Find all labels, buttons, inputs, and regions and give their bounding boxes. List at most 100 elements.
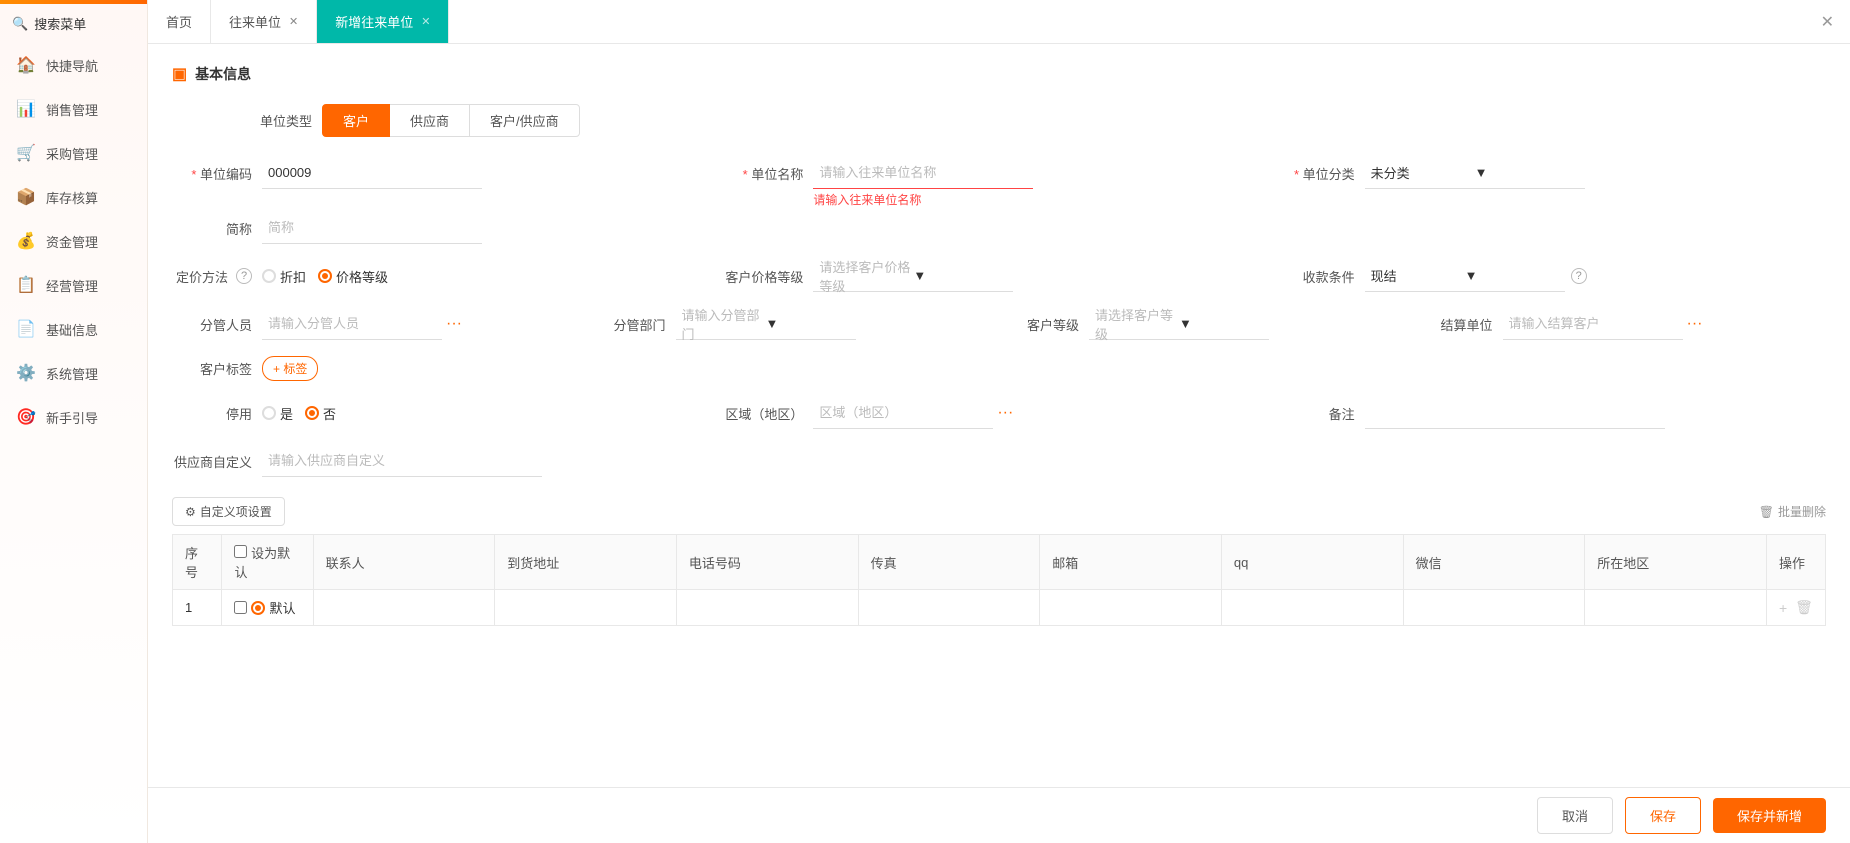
sidebar-item-system[interactable]: ⚙️ 系统管理	[0, 351, 147, 395]
radio-no-label: 否	[323, 404, 336, 423]
field-short-name: 简称	[172, 212, 1826, 244]
basic-info-icon: 📄	[16, 319, 36, 339]
default-radio[interactable]: 默认	[251, 598, 295, 617]
sidebar-label-operations: 经营管理	[46, 276, 98, 295]
sidebar-item-operations[interactable]: 📋 经营管理	[0, 263, 147, 307]
unit-category-value: 未分类	[1371, 163, 1475, 182]
sidebar-item-basic-info[interactable]: 📄 基础信息	[0, 307, 147, 351]
tab-bar-close-all[interactable]: ✕	[1821, 12, 1834, 32]
section-title: ▣ 基本信息	[172, 64, 1826, 84]
batch-delete-btn[interactable]: 🗑 批量删除	[1759, 503, 1826, 520]
tab-new-partner-close[interactable]: ✕	[421, 15, 430, 28]
unit-name-input[interactable]	[813, 157, 1033, 189]
radio-no[interactable]: 否	[305, 404, 336, 423]
save-new-button[interactable]: 保存并新增	[1713, 798, 1826, 833]
email-input[interactable]	[1052, 600, 1209, 615]
sidebar-item-inventory[interactable]: 📦 库存核算	[0, 175, 147, 219]
pricing-help-icon[interactable]: ?	[236, 268, 252, 284]
customer-price-level-arrow: ▼	[913, 268, 1007, 283]
customer-level-select[interactable]: 请选择客户等级 ▼	[1089, 308, 1269, 340]
region-input[interactable]	[813, 397, 993, 429]
custom-settings-label: 自定义项设置	[200, 503, 272, 520]
radio-yes[interactable]: 是	[262, 404, 293, 423]
table-header-row: 序号 设为默认 联系人 到货地址 电话号码 传真 邮箱 qq 微信 所在地区 操…	[173, 535, 1826, 590]
sidebar: 🔍 搜索菜单 🏠 快捷导航 📊 销售管理 🛒 采购管理 📦 库存核算 💰 资金管…	[0, 0, 148, 843]
remarks-label: 备注	[1275, 404, 1365, 423]
short-name-input[interactable]	[262, 212, 482, 244]
cancel-button[interactable]: 取消	[1537, 797, 1613, 834]
tab-home[interactable]: 首页	[148, 0, 211, 43]
footer-bar: 取消 保存 保存并新增	[148, 787, 1850, 843]
add-row-btn[interactable]: +	[1779, 600, 1787, 616]
qq-input[interactable]	[1234, 600, 1391, 615]
payment-terms-value: 现结	[1371, 266, 1465, 285]
btn-type-both[interactable]: 客户/供应商	[469, 104, 580, 137]
payment-terms-help-icon[interactable]: ?	[1571, 268, 1587, 284]
department-select[interactable]: 请输入分管部门 ▼	[676, 308, 856, 340]
btn-type-customer[interactable]: 客户	[322, 104, 390, 137]
form-area: ▣ 基本信息 单位类型 客户 供应商 客户/供应商 单位编码 单位名称 请输入往…	[148, 44, 1850, 787]
wechat-input[interactable]	[1416, 600, 1573, 615]
customer-level-arrow: ▼	[1179, 316, 1263, 331]
unit-type-label: 单位类型	[232, 111, 322, 130]
unit-category-arrow: ▼	[1475, 165, 1579, 180]
disabled-label: 停用	[172, 404, 262, 423]
settlement-unit-more-btn[interactable]: ···	[1683, 315, 1707, 333]
radio-yes-circle	[262, 406, 276, 420]
sidebar-item-sales[interactable]: 📊 销售管理	[0, 87, 147, 131]
contact-input[interactable]	[326, 600, 483, 615]
sidebar-item-quick-nav[interactable]: 🏠 快捷导航	[0, 43, 147, 87]
radio-price-level-circle	[318, 269, 332, 283]
cell-contact	[313, 590, 495, 626]
customer-tags-label: 客户标签	[172, 359, 262, 378]
customer-price-level-placeholder: 请选择客户价格等级	[819, 257, 913, 295]
sidebar-label-purchase: 采购管理	[46, 144, 98, 163]
field-payment-terms: 收款条件 现结 ▼ ?	[1275, 260, 1826, 292]
custom-settings-btn[interactable]: ⚙ 自定义项设置	[172, 497, 285, 526]
sidebar-item-finance[interactable]: 💰 资金管理	[0, 219, 147, 263]
supplier-custom-input[interactable]	[262, 445, 542, 477]
btn-type-supplier[interactable]: 供应商	[390, 104, 469, 137]
fax-input[interactable]	[871, 600, 1028, 615]
radio-no-circle	[305, 406, 319, 420]
manager-more-btn[interactable]: ···	[442, 315, 466, 333]
form-row-2: 简称	[172, 212, 1826, 244]
manager-input[interactable]	[262, 308, 442, 340]
tab-partners[interactable]: 往来单位 ✕	[211, 0, 317, 43]
payment-terms-select[interactable]: 现结 ▼	[1365, 260, 1565, 292]
unit-code-input[interactable]	[262, 157, 482, 189]
sidebar-item-guide[interactable]: 🎯 新手引导	[0, 395, 147, 439]
delete-row-btn[interactable]: 🗑	[1795, 599, 1813, 616]
tab-new-partner-label: 新增往来单位	[335, 12, 413, 31]
unit-category-select[interactable]: 未分类 ▼	[1365, 157, 1585, 189]
col-seq: 序号	[173, 535, 222, 590]
save-button[interactable]: 保存	[1625, 797, 1701, 834]
customer-price-level-select[interactable]: 请选择客户价格等级 ▼	[813, 260, 1013, 292]
manager-label: 分管人员	[172, 315, 262, 334]
region-more-btn[interactable]: ···	[993, 404, 1017, 422]
add-tag-btn[interactable]: + 标签	[262, 356, 318, 381]
settlement-unit-label: 结算单位	[1413, 315, 1503, 334]
radio-price-level[interactable]: 价格等级	[318, 267, 388, 286]
settlement-unit-input[interactable]	[1503, 308, 1683, 340]
remarks-input[interactable]	[1365, 397, 1665, 429]
select-all-checkbox[interactable]	[234, 545, 247, 558]
address-input[interactable]	[507, 600, 664, 615]
batch-delete-label: 批量删除	[1778, 503, 1826, 520]
customer-price-level-label: 客户价格等级	[723, 267, 813, 286]
row-checkbox[interactable]	[234, 601, 247, 614]
cell-wechat	[1403, 590, 1585, 626]
field-pricing-method: 定价方法 ? 折扣 价格等级	[172, 260, 723, 292]
sidebar-search[interactable]: 🔍 搜索菜单	[0, 4, 147, 43]
radio-discount[interactable]: 折扣	[262, 267, 306, 286]
table-region-input[interactable]	[1597, 600, 1754, 615]
tab-new-partner[interactable]: 新增往来单位 ✕	[317, 0, 449, 43]
field-customer-tags: 客户标签 + 标签	[172, 356, 1826, 381]
cell-address	[495, 590, 677, 626]
sidebar-item-purchase[interactable]: 🛒 采购管理	[0, 131, 147, 175]
sidebar-label-sales: 销售管理	[46, 100, 98, 119]
cell-default: 默认	[222, 590, 313, 626]
cell-email	[1040, 590, 1222, 626]
phone-input[interactable]	[689, 600, 846, 615]
tab-partners-close[interactable]: ✕	[289, 15, 298, 28]
